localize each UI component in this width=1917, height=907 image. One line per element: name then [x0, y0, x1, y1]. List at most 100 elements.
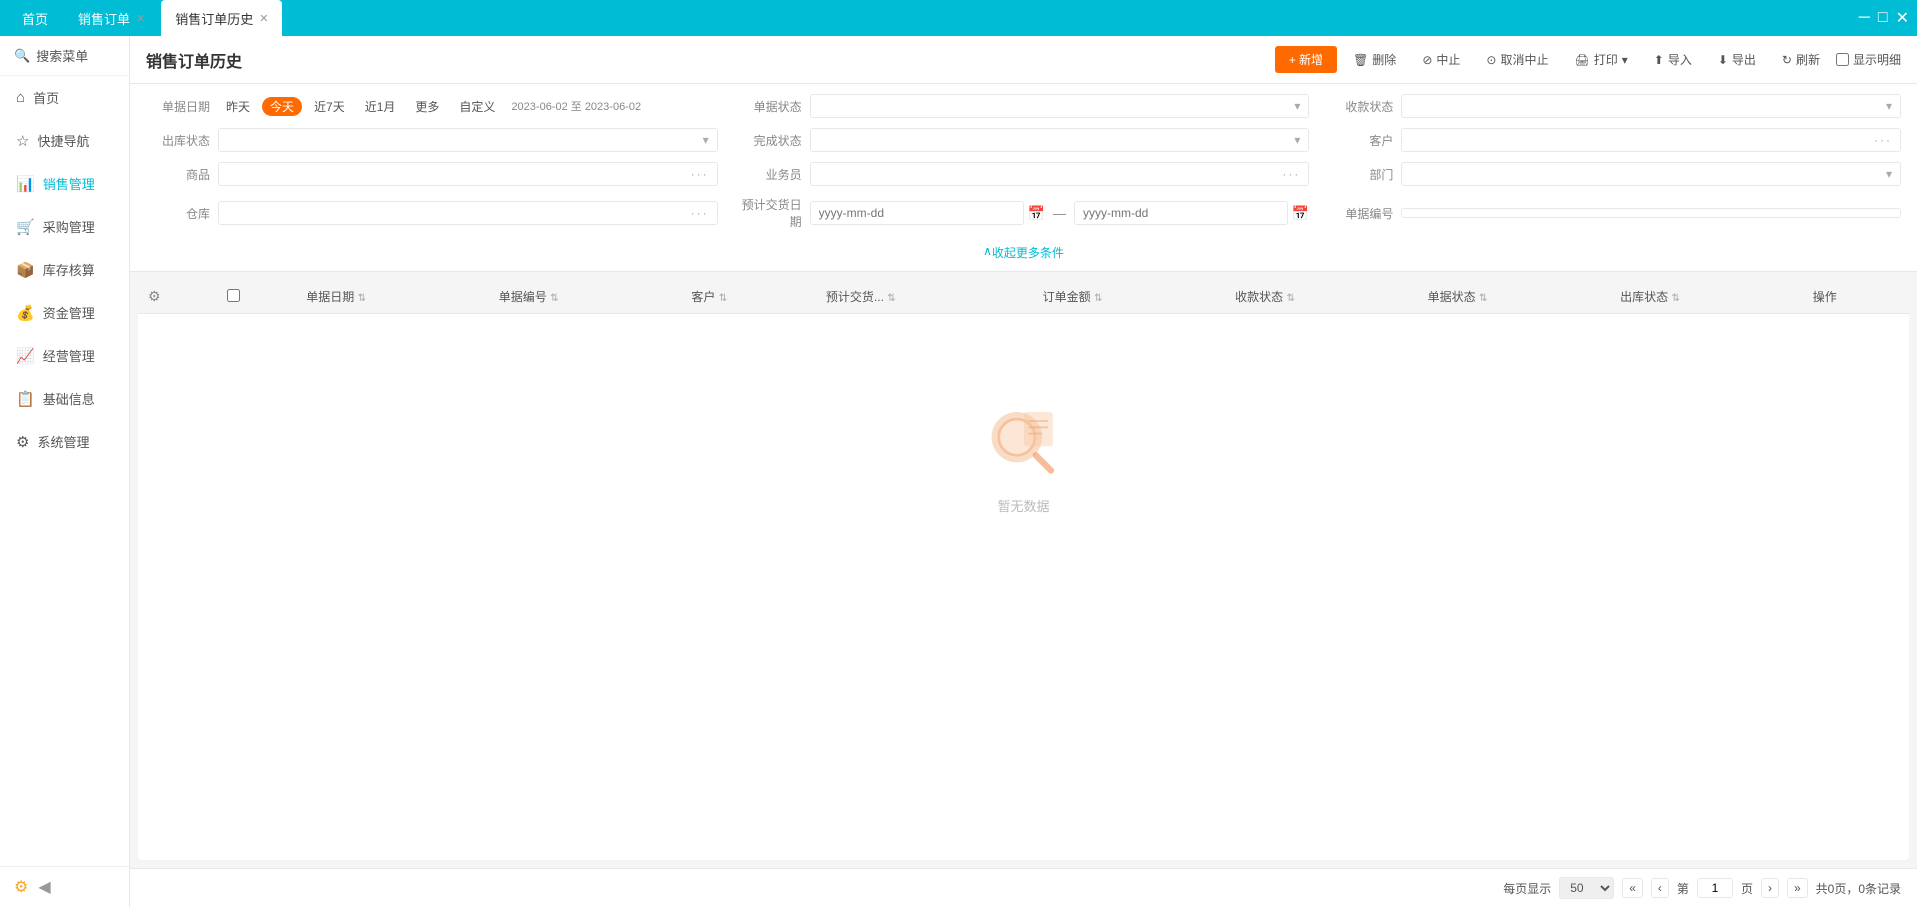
sidebar-item-system[interactable]: ⚙ 系统管理: [0, 420, 129, 463]
th-status-label: 单据状态: [1428, 290, 1476, 304]
filter-collapse-row[interactable]: ∧ 收起更多条件: [146, 240, 1901, 265]
delete-button[interactable]: 🗑 删除: [1343, 47, 1406, 72]
filter-warehouse-label: 仓库: [146, 205, 218, 222]
page-size-label: 每页显示: [1503, 880, 1551, 897]
filter-receipt-control[interactable]: ▾: [1401, 94, 1901, 118]
sidebar-item-home[interactable]: ⌂ 首页: [0, 76, 129, 119]
sort-date-icon: ⇅: [358, 293, 366, 304]
page-unit: 页: [1741, 880, 1753, 897]
calendar-end-icon[interactable]: 📅: [1292, 205, 1309, 222]
filter-receipt-label: 收款状态: [1329, 98, 1401, 115]
th-amount-label: 订单金额: [1043, 290, 1091, 304]
sidebar-item-inventory[interactable]: 📦 库存核算: [0, 248, 129, 291]
sidebar-item-quick-nav[interactable]: ☆ 快捷导航: [0, 119, 129, 162]
filter-dept-control[interactable]: ▾: [1401, 162, 1901, 186]
empty-row: 暂无数据: [138, 314, 1909, 596]
calendar-start-icon[interactable]: 📅: [1028, 205, 1045, 222]
th-no[interactable]: 单据编号 ⇅: [489, 280, 682, 314]
search-icon: 🔍: [14, 48, 30, 64]
date-range: 2023-06-02 至 2023-06-02: [511, 98, 641, 114]
show-detail-checkbox[interactable]: [1836, 53, 1849, 66]
th-checkbox: [217, 280, 297, 314]
sidebar-item-operation[interactable]: 📈 经营管理: [0, 334, 129, 377]
filter-warehouse-control[interactable]: ···: [218, 201, 718, 225]
chip-today[interactable]: 今天: [262, 97, 302, 116]
add-button[interactable]: + 新增: [1275, 46, 1337, 73]
expected-date-start[interactable]: [810, 201, 1024, 225]
window-close-icon[interactable]: ✕: [1896, 8, 1909, 28]
table-body: 暂无数据: [138, 314, 1909, 596]
filter-complete-control[interactable]: ▾: [810, 128, 1310, 152]
first-page-button[interactable]: «: [1622, 878, 1643, 898]
filter-order-no-label: 单据编号: [1329, 205, 1401, 222]
tab-sales-order[interactable]: 销售订单 ✕: [64, 0, 159, 36]
sidebar-collapse-icon[interactable]: ◀: [38, 877, 50, 897]
chip-1month[interactable]: 近1月: [357, 97, 404, 116]
cancel-stop-button[interactable]: ⊙ 取消中止: [1476, 47, 1558, 72]
page-input[interactable]: [1697, 878, 1733, 898]
data-table: ⚙ 单据日期 ⇅ 单据编号 ⇅: [138, 280, 1909, 595]
sort-outbound-icon: ⇅: [1672, 293, 1680, 304]
page-header-top: 销售订单历史 + 新增 🗑 删除 ⊘ 中止 ⊙ 取消中止: [146, 46, 1901, 73]
filter-status: 单据状态 ▾: [738, 94, 1310, 118]
th-amount[interactable]: 订单金额 ⇅: [1033, 280, 1226, 314]
dept-arrow-icon: ▾: [1886, 167, 1892, 181]
th-customer[interactable]: 客户 ⇅: [681, 280, 816, 314]
date-input-group: 📅 — 📅: [810, 201, 1310, 225]
filter-salesman-control[interactable]: ···: [810, 162, 1310, 186]
sidebar-item-purchase[interactable]: 🛒 采购管理: [0, 205, 129, 248]
page-label: 第: [1677, 880, 1689, 897]
tab-sales-order-history-close[interactable]: ✕: [259, 12, 268, 25]
expected-date-end[interactable]: [1074, 201, 1288, 225]
sidebar-item-sales[interactable]: 📊 销售管理: [0, 162, 129, 205]
next-page-button[interactable]: ›: [1761, 878, 1779, 898]
th-receipt[interactable]: 收款状态 ⇅: [1225, 280, 1418, 314]
page-size-select[interactable]: 20 50 100: [1559, 877, 1614, 899]
filter-dept: 部门 ▾: [1329, 162, 1901, 186]
last-page-button[interactable]: »: [1787, 878, 1808, 898]
filter-customer-control[interactable]: ···: [1401, 128, 1901, 152]
table-settings-icon[interactable]: ⚙: [148, 288, 161, 304]
export-button[interactable]: ⬇ 导出: [1708, 47, 1766, 72]
sort-status-icon: ⇅: [1479, 293, 1487, 304]
filter-goods-control[interactable]: ···: [218, 162, 718, 186]
window-maximize-icon[interactable]: □: [1878, 9, 1888, 27]
tab-home[interactable]: 首页: [8, 0, 62, 36]
filter-row-1: 单据日期 昨天 今天 近7天 近1月 更多 自定义 2023-06-02 至 2…: [146, 94, 1901, 118]
tab-sales-order-history[interactable]: 销售订单历史 ✕: [161, 0, 282, 36]
th-outbound[interactable]: 出库状态 ⇅: [1610, 280, 1803, 314]
window-minimize-icon[interactable]: ─: [1859, 9, 1870, 27]
import-button[interactable]: ⬆ 导入: [1644, 47, 1702, 72]
sidebar-item-base[interactable]: 📋 基础信息: [0, 377, 129, 420]
stop-button[interactable]: ⊘ 中止: [1412, 47, 1470, 72]
operation-icon: 📈: [16, 347, 35, 365]
filter-status-control[interactable]: ▾: [810, 94, 1310, 118]
th-status[interactable]: 单据状态 ⇅: [1418, 280, 1611, 314]
total-info: 共0页，0条记录: [1816, 880, 1901, 897]
sidebar-settings-icon[interactable]: ⚙: [14, 877, 28, 897]
filter-receipt-status: 收款状态 ▾: [1329, 94, 1901, 118]
filter-customer: 客户 ···: [1329, 128, 1901, 152]
print-button[interactable]: 🖨 打印 ▾: [1564, 47, 1637, 72]
print-dropdown-icon: ▾: [1622, 53, 1628, 67]
tab-sales-order-close[interactable]: ✕: [136, 12, 145, 25]
chip-custom[interactable]: 自定义: [451, 97, 503, 116]
chip-more[interactable]: 更多: [407, 97, 447, 116]
filter-salesman-label: 业务员: [738, 166, 810, 183]
refresh-button[interactable]: ↻ 刷新: [1772, 47, 1830, 72]
select-all-checkbox[interactable]: [227, 289, 240, 302]
th-settings: ⚙: [138, 280, 217, 314]
sidebar-search[interactable]: 🔍 搜索菜单: [0, 36, 129, 76]
chip-7days[interactable]: 近7天: [306, 97, 353, 116]
tab-list: 首页 销售订单 ✕ 销售订单历史 ✕: [8, 0, 1859, 36]
prev-page-button[interactable]: ‹: [1651, 878, 1669, 898]
sidebar-item-finance[interactable]: 💰 资金管理: [0, 291, 129, 334]
filter-order-no-control[interactable]: [1401, 208, 1901, 218]
chip-yesterday[interactable]: 昨天: [218, 97, 258, 116]
sidebar-item-operation-label: 经营管理: [43, 346, 95, 365]
th-expected[interactable]: 预计交货... ⇅: [816, 280, 1033, 314]
tab-home-label: 首页: [22, 9, 48, 28]
th-date[interactable]: 单据日期 ⇅: [296, 280, 489, 314]
show-detail-checkbox-label[interactable]: 显示明细: [1836, 51, 1901, 68]
filter-outbound-control[interactable]: ▾: [218, 128, 718, 152]
